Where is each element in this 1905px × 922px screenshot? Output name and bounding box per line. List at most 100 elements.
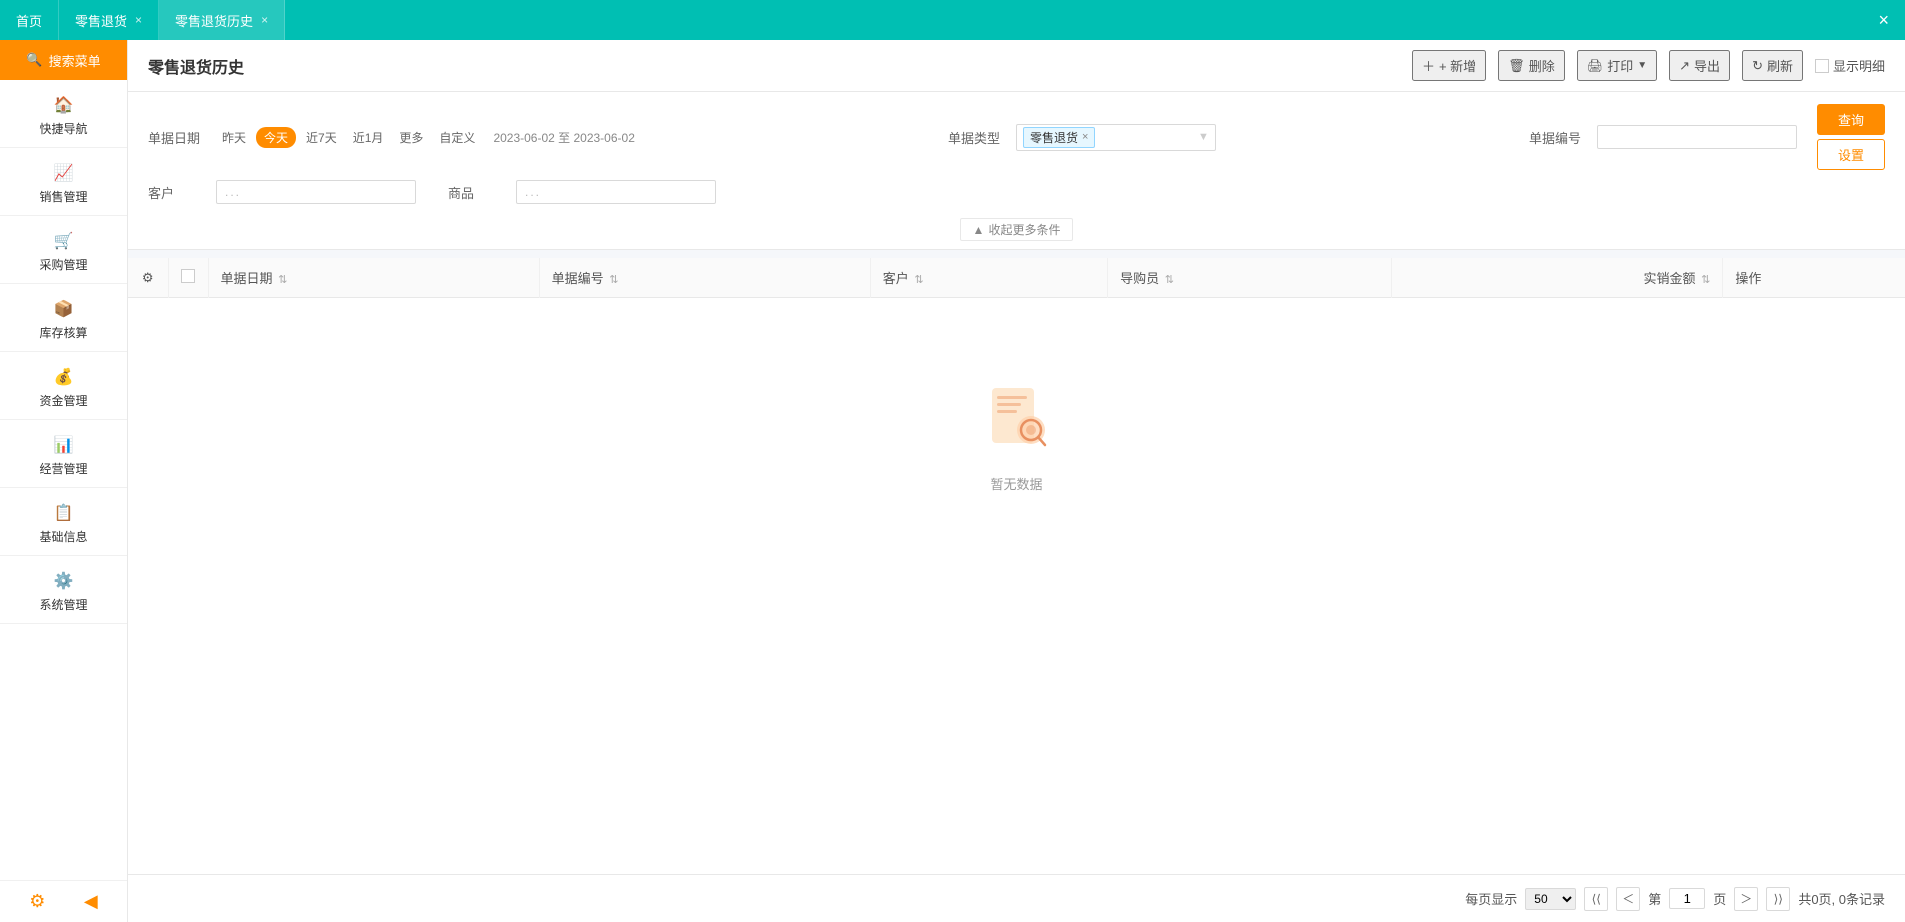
collapse-bar: ▲ 收起更多条件 xyxy=(148,214,1885,241)
customer-label: 客户 xyxy=(148,183,208,202)
purchase-icon: 🛒 xyxy=(53,230,75,252)
collapse-icon: ▲ xyxy=(973,223,985,237)
refresh-button[interactable]: ↻ 刷新 xyxy=(1742,50,1803,81)
add-icon: ＋ xyxy=(1422,56,1435,75)
th-amount: 实销金额 ⇅ xyxy=(1392,258,1723,298)
sidebar-item-operations[interactable]: 📊 经营管理 xyxy=(0,420,127,488)
prev-page-button[interactable]: ＜ xyxy=(1616,887,1640,911)
print-icon: 🖨 xyxy=(1587,58,1604,74)
export-button[interactable]: ↗ 导出 xyxy=(1669,50,1730,81)
sidebar-item-sales[interactable]: 📈 销售管理 xyxy=(0,148,127,216)
page-suffix: 页 xyxy=(1713,889,1726,908)
sidebar-search[interactable]: 🔍 搜索菜单 xyxy=(0,40,127,80)
sidebar-item-quick-nav[interactable]: 🏠 快捷导航 xyxy=(0,80,127,148)
sidebar: 🔍 搜索菜单 🏠 快捷导航 📈 销售管理 🛒 采购管理 📦 库存核算 💰 资金管… xyxy=(0,40,128,922)
print-chevron-icon: ▼ xyxy=(1637,60,1647,71)
th-date: 单据日期 ⇅ xyxy=(208,258,539,298)
query-button[interactable]: 查询 xyxy=(1817,104,1885,135)
customer-sort-icon[interactable]: ⇅ xyxy=(914,274,923,286)
collapse-button[interactable]: ▲ 收起更多条件 xyxy=(960,218,1074,241)
sidebar-item-basic-info[interactable]: 📋 基础信息 xyxy=(0,488,127,556)
show-detail-wrap: 显示明细 xyxy=(1815,56,1885,75)
page-header: 零售退货历史 ＋ + 新增 🗑 删除 🖨 打印 ▼ ↗ 导出 xyxy=(128,40,1905,92)
th-guide: 导购员 ⇅ xyxy=(1108,258,1392,298)
tab-retail-return[interactable]: 零售退货 × xyxy=(59,0,159,40)
doc-no-label: 单据编号 xyxy=(1529,128,1589,147)
close-retail-return-history-icon[interactable]: × xyxy=(261,13,268,27)
date-7days[interactable]: 近7天 xyxy=(300,127,343,148)
date-sort-icon[interactable]: ⇅ xyxy=(278,274,287,286)
delete-button[interactable]: 🗑 删除 xyxy=(1498,50,1565,81)
date-today[interactable]: 今天 xyxy=(256,127,296,148)
page-title: 零售退货历史 xyxy=(148,54,244,78)
doc-type-label: 单据类型 xyxy=(948,128,1008,147)
filter-row-customer: 客户 ... 商品 ... xyxy=(148,180,1885,204)
top-bar: 首页 零售退货 × 零售退货历史 × × xyxy=(0,0,1905,40)
page-size-select[interactable]: 50 10 20 100 xyxy=(1525,888,1576,910)
system-icon: ⚙️ xyxy=(53,570,75,592)
page-size-label: 每页显示 xyxy=(1465,889,1517,908)
goods-input[interactable]: ... xyxy=(516,180,716,204)
pagination-bar: 每页显示 50 10 20 100 ⟨⟨ ＜ 第 页 ＞ ⟩⟩ 共0页, 0条记… xyxy=(128,874,1905,922)
sidebar-item-inventory[interactable]: 📦 库存核算 xyxy=(0,284,127,352)
date-buttons: 昨天 今天 近7天 近1月 更多 自定义 xyxy=(216,127,481,148)
date-custom[interactable]: 自定义 xyxy=(433,127,481,148)
table-wrap: ⚙ 单据日期 ⇅ 单据编号 ⇅ xyxy=(128,258,1905,874)
first-page-button[interactable]: ⟨⟨ xyxy=(1584,887,1608,911)
date-1month[interactable]: 近1月 xyxy=(347,127,390,148)
window-close-button[interactable]: × xyxy=(1862,0,1905,40)
show-detail-checkbox[interactable] xyxy=(1815,59,1829,73)
collapse-sidebar-icon[interactable]: ◀ xyxy=(84,891,98,912)
basic-info-icon: 📋 xyxy=(53,502,75,524)
close-retail-return-icon[interactable]: × xyxy=(135,13,142,27)
docno-sort-icon[interactable]: ⇅ xyxy=(609,274,618,286)
add-button[interactable]: ＋ + 新增 xyxy=(1412,50,1486,81)
sidebar-bottom: ⚙ ◀ xyxy=(0,880,127,922)
page-label: 第 xyxy=(1648,889,1661,908)
tab-home[interactable]: 首页 xyxy=(0,0,59,40)
amount-sort-icon[interactable]: ⇅ xyxy=(1701,274,1710,286)
sales-icon: 📈 xyxy=(53,162,75,184)
date-range-display: 2023-06-02 至 2023-06-02 xyxy=(493,129,634,146)
delete-icon: 🗑 xyxy=(1508,58,1525,74)
export-icon: ↗ xyxy=(1679,58,1690,74)
print-button[interactable]: 🖨 打印 ▼ xyxy=(1577,50,1657,81)
refresh-icon: ↻ xyxy=(1752,58,1763,74)
goods-label: 商品 xyxy=(448,183,508,202)
doc-no-input[interactable] xyxy=(1597,125,1797,149)
main-layout: 🔍 搜索菜单 🏠 快捷导航 📈 销售管理 🛒 采购管理 📦 库存核算 💰 资金管… xyxy=(0,40,1905,922)
date-more[interactable]: 更多 xyxy=(393,127,429,148)
select-all-checkbox[interactable] xyxy=(181,269,195,283)
empty-text: 暂无数据 xyxy=(990,474,1042,493)
empty-illustration xyxy=(977,378,1057,458)
th-checkbox[interactable] xyxy=(168,258,208,298)
guide-sort-icon[interactable]: ⇅ xyxy=(1165,274,1174,286)
content-area: 零售退货历史 ＋ + 新增 🗑 删除 🖨 打印 ▼ ↗ 导出 xyxy=(128,40,1905,922)
settings-icon: ⚙ xyxy=(142,270,154,285)
set-button[interactable]: 设置 xyxy=(1817,139,1885,170)
sidebar-item-system[interactable]: ⚙️ 系统管理 xyxy=(0,556,127,624)
sidebar-item-purchase[interactable]: 🛒 采购管理 xyxy=(0,216,127,284)
customer-input[interactable]: ... xyxy=(216,180,416,204)
page-number-input[interactable] xyxy=(1669,888,1705,909)
th-settings[interactable]: ⚙ xyxy=(128,258,168,298)
sidebar-item-finance[interactable]: 💰 资金管理 xyxy=(0,352,127,420)
doc-type-tag-close[interactable]: × xyxy=(1082,131,1088,143)
last-page-button[interactable]: ⟩⟩ xyxy=(1766,887,1790,911)
inventory-icon: 📦 xyxy=(53,298,75,320)
finance-icon: 💰 xyxy=(53,366,75,388)
search-icon: 🔍 xyxy=(26,52,42,68)
tab-retail-return-history[interactable]: 零售退货历史 × xyxy=(159,0,285,40)
filter-area: 单据日期 昨天 今天 近7天 近1月 更多 自定义 2023-06-02 至 2… xyxy=(128,92,1905,250)
date-label: 单据日期 xyxy=(148,128,208,147)
date-yesterday[interactable]: 昨天 xyxy=(216,127,252,148)
next-page-button[interactable]: ＞ xyxy=(1734,887,1758,911)
doc-type-chevron-icon: ▼ xyxy=(1198,131,1209,143)
settings-bottom-icon[interactable]: ⚙ xyxy=(29,891,45,912)
data-table: ⚙ 单据日期 ⇅ 单据编号 ⇅ xyxy=(128,258,1905,298)
table-header-row: ⚙ 单据日期 ⇅ 单据编号 ⇅ xyxy=(128,258,1905,298)
th-doc-no: 单据编号 ⇅ xyxy=(539,258,870,298)
doc-type-tag: 零售退货 × xyxy=(1023,127,1095,148)
doc-type-filter[interactable]: 零售退货 × ▼ xyxy=(1016,124,1216,151)
home-icon: 🏠 xyxy=(53,94,75,116)
